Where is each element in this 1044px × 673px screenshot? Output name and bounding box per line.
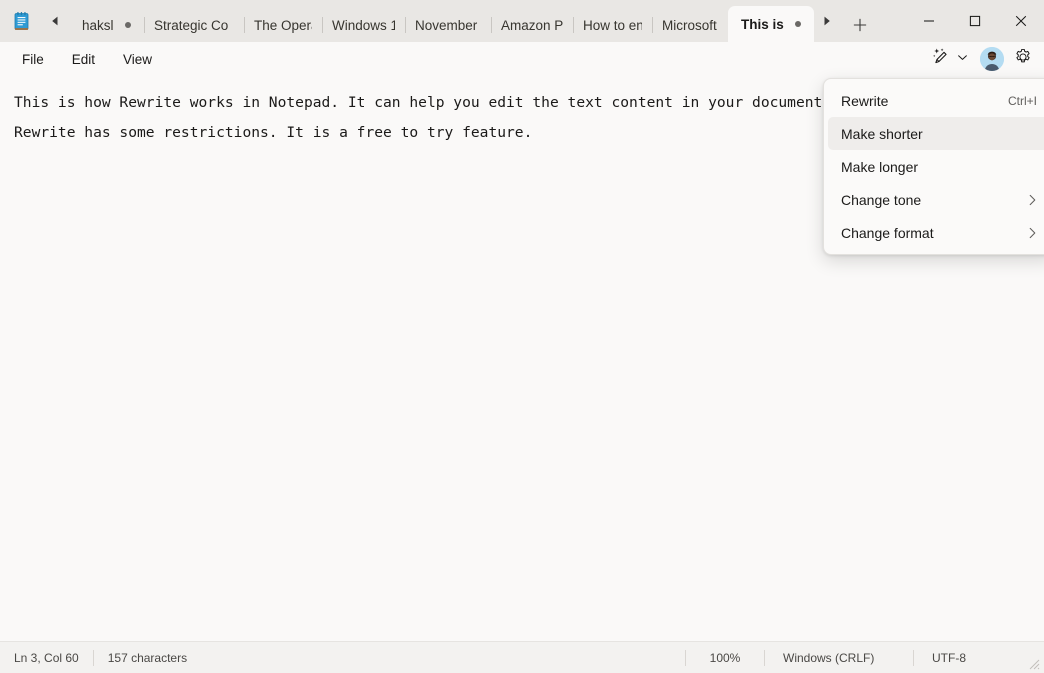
menu-item-change-tone[interactable]: Change tone (828, 183, 1044, 216)
tab-scroll-right-button[interactable] (814, 0, 840, 42)
tab-label: November 2 (415, 17, 481, 33)
notepad-window: haksl Strategic Co The Operatic Windows … (0, 0, 1044, 673)
menu-item-label: Change format (841, 224, 934, 241)
tab-label: This is (741, 16, 784, 32)
status-right: 100% Windows (CRLF) UTF-8 (685, 649, 1044, 666)
tab-strip: haksl Strategic Co The Operatic Windows … (42, 0, 906, 42)
new-tab-button[interactable] (840, 8, 880, 42)
menu-item-label: Make shorter (841, 125, 923, 142)
status-zoom-level[interactable]: 100% (686, 651, 764, 665)
status-line-ending[interactable]: Windows (CRLF) (765, 651, 913, 665)
window-controls (906, 0, 1044, 42)
tab-how-to-enable[interactable]: How to enab (573, 8, 652, 42)
resize-grip-icon[interactable] (1028, 658, 1040, 670)
account-avatar-button[interactable] (976, 45, 1008, 73)
chevron-down-icon (957, 50, 968, 68)
tab-the-operatic[interactable]: The Operatic (244, 8, 322, 42)
user-avatar (980, 47, 1004, 71)
chevron-right-icon (1028, 194, 1037, 206)
maximize-button[interactable] (952, 0, 998, 42)
tab-microsoft-has[interactable]: Microsoft ha (652, 8, 728, 42)
tab-label: Windows 11 (332, 17, 395, 33)
menu-item-rewrite[interactable]: Rewrite Ctrl+I (828, 84, 1044, 117)
tab-label: Amazon Prir (501, 17, 563, 33)
menu-view[interactable]: View (109, 47, 166, 72)
menu-item-change-format[interactable]: Change format (828, 216, 1044, 249)
tab-label: haksl (82, 17, 114, 33)
menu-item-shortcut: Ctrl+I (1007, 93, 1037, 108)
title-bar: haksl Strategic Co The Operatic Windows … (0, 0, 1044, 42)
notepad-icon (0, 0, 42, 42)
tab-windows-11[interactable]: Windows 11 (322, 8, 405, 42)
tab-haksl[interactable]: haksl (68, 8, 144, 42)
tab-modified-dot (124, 22, 131, 28)
status-cursor-position: Ln 3, Col 60 (14, 650, 79, 665)
settings-button[interactable] (1010, 45, 1036, 73)
menu-edit[interactable]: Edit (58, 47, 109, 72)
menu-item-label: Change tone (841, 191, 922, 208)
tab-label: Strategic Co (154, 17, 229, 33)
menu-item-label: Rewrite (841, 92, 889, 109)
menu-file[interactable]: File (8, 47, 58, 72)
status-character-count: 157 characters (107, 650, 188, 665)
rewrite-dropdown-menu: Rewrite Ctrl+I Make shorter Make longer … (823, 78, 1044, 255)
tab-this-is[interactable]: This is (728, 6, 814, 42)
tab-strategic-co[interactable]: Strategic Co (144, 8, 244, 42)
menu-item-make-longer[interactable]: Make longer (828, 150, 1044, 183)
status-left: Ln 3, Col 60 157 characters (0, 649, 201, 666)
menu-item-make-shorter[interactable]: Make shorter (828, 117, 1044, 150)
tab-november-2[interactable]: November 2 (405, 8, 491, 42)
minimize-button[interactable] (906, 0, 952, 42)
menu-item-label: Make longer (841, 158, 919, 175)
tab-label: Microsoft ha (662, 17, 718, 33)
status-encoding[interactable]: UTF-8 (914, 651, 1044, 665)
chevron-right-icon (1028, 227, 1037, 239)
gear-icon (1014, 48, 1032, 71)
toolbar-right (926, 45, 1044, 73)
close-button[interactable] (998, 0, 1044, 42)
tab-label: The Operatic (254, 17, 312, 33)
tab-label: How to enab (583, 17, 642, 33)
status-bar: Ln 3, Col 60 157 characters 100% Windows… (0, 641, 1044, 673)
tab-amazon-prime[interactable]: Amazon Prir (491, 8, 573, 42)
tab-modified-dot (794, 21, 801, 27)
tab-scroll-left-button[interactable] (42, 0, 68, 42)
rewrite-magic-pen-icon (932, 47, 951, 71)
menu-bar: File Edit View (0, 42, 1044, 76)
rewrite-button[interactable] (926, 45, 974, 73)
